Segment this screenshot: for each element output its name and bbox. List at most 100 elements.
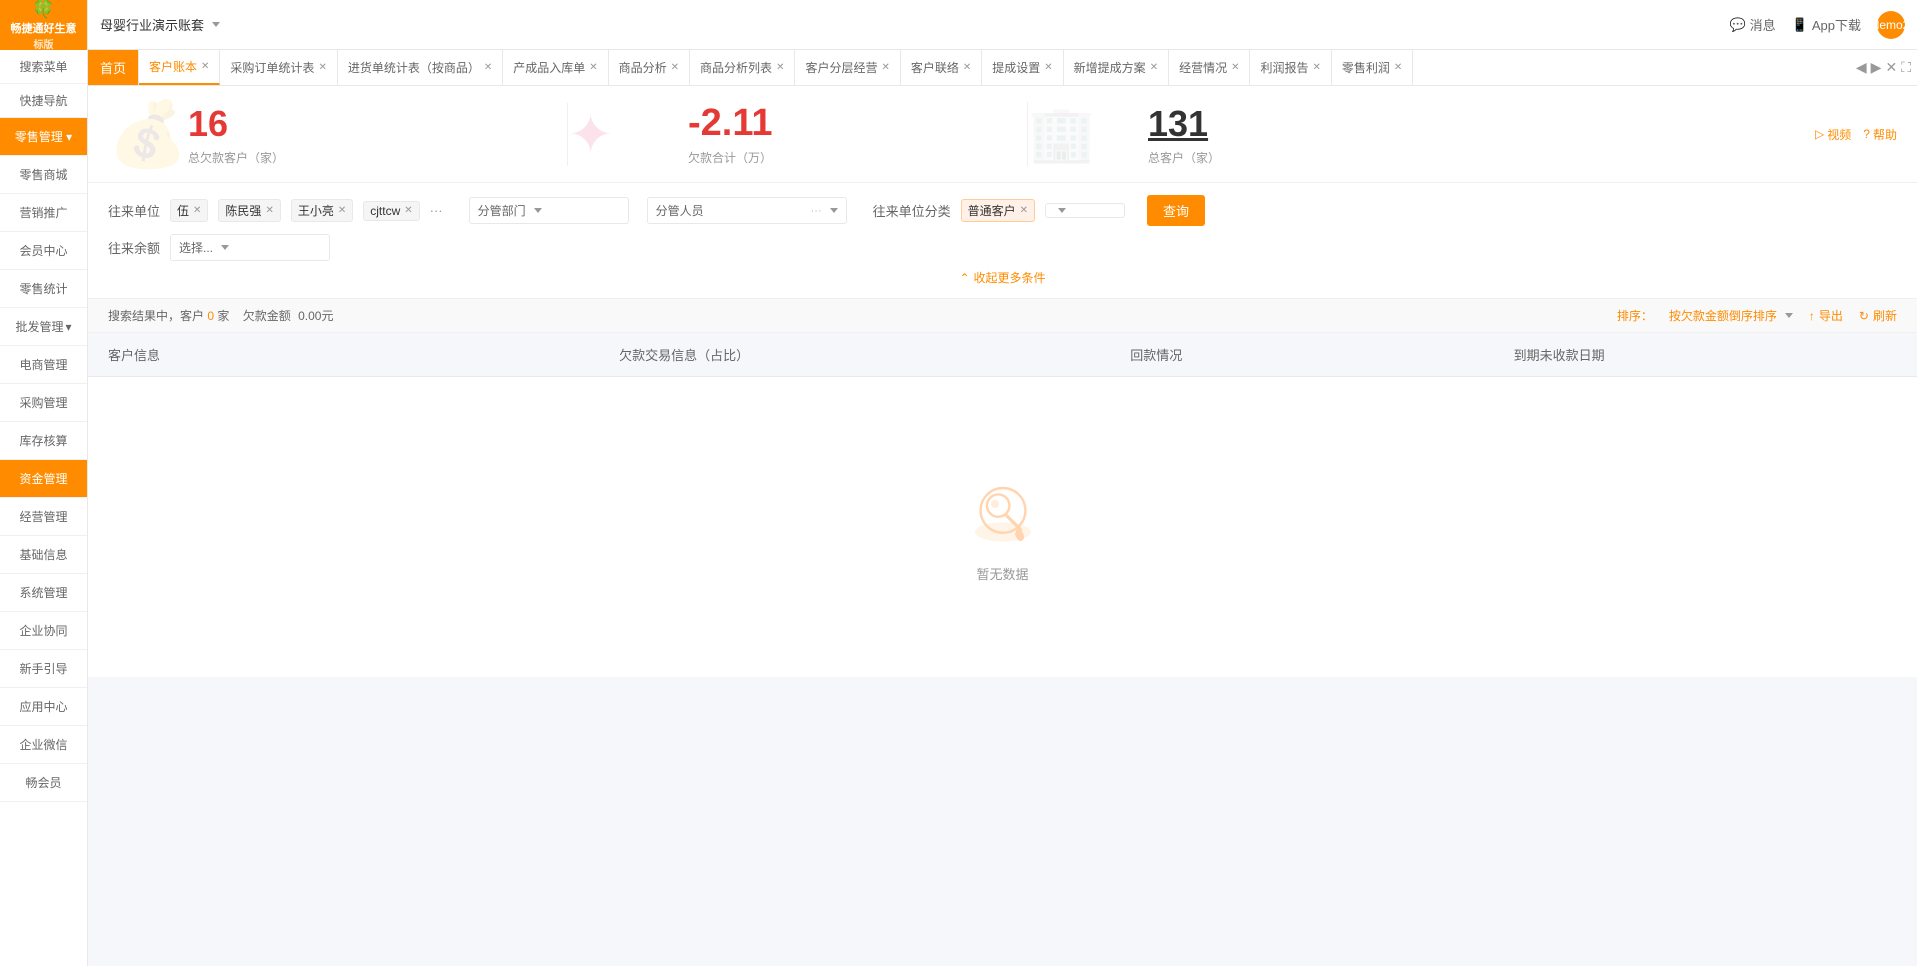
sidebar-item-enterprise-coop[interactable]: 企业协同 xyxy=(0,612,87,650)
all-customers-bg-icon: 🏢 xyxy=(1028,103,1095,166)
message-button[interactable]: 💬 消息 xyxy=(1729,15,1775,34)
tab-close-icon[interactable]: ✕ xyxy=(1150,62,1158,73)
sidebar-item-retail-stats[interactable]: 零售统计 xyxy=(0,270,87,308)
tab-close-all-icon[interactable]: ✕ xyxy=(1885,59,1897,76)
tab-retail-profit[interactable]: 零售利润 ✕ xyxy=(1332,50,1413,85)
dept-filter[interactable]: 分管部门 xyxy=(469,197,629,224)
filter-row-1: 往来单位 伍 ✕ 陈民强 ✕ 王小亮 ✕ cjttcw ✕ ··· xyxy=(108,195,1897,226)
tag-close-category[interactable]: ✕ xyxy=(1020,205,1028,216)
total-customers-value: 16 xyxy=(188,103,284,145)
help-button[interactable]: ? 帮助 xyxy=(1863,126,1897,143)
tab-new-promotion[interactable]: 新增提成方案 ✕ xyxy=(1064,50,1169,85)
collapse-button[interactable]: ⌃ 收起更多条件 xyxy=(108,269,1897,286)
tab-goods-analysis[interactable]: 商品分析 ✕ xyxy=(609,50,690,85)
tab-promotion-settings[interactable]: 提成设置 ✕ xyxy=(982,50,1063,85)
balance-placeholder: 选择... xyxy=(179,239,213,256)
tab-expand-icon[interactable]: ⛶ xyxy=(1901,59,1911,76)
chevron-up-icon: ⌃ xyxy=(959,271,969,285)
tab-home[interactable]: 首页 xyxy=(88,50,139,85)
sidebar-item-ecommerce[interactable]: 电商管理 xyxy=(0,346,87,384)
tab-label: 商品分析 xyxy=(619,59,667,76)
tab-close-icon[interactable]: ✕ xyxy=(1231,62,1239,73)
tab-close-icon[interactable]: ✕ xyxy=(963,62,971,73)
export-button[interactable]: ↑ 导出 xyxy=(1809,307,1843,324)
tag-text: 伍 xyxy=(177,202,189,219)
sidebar-item-enterprise-wechat[interactable]: 企业微信 xyxy=(0,726,87,764)
sidebar-item-finance[interactable]: 资金管理 xyxy=(0,460,87,498)
tag-close-cjttcw[interactable]: ✕ xyxy=(404,205,412,216)
sidebar-item-retail-shop[interactable]: 零售商城 xyxy=(0,156,87,194)
tab-close-icon[interactable]: ✕ xyxy=(1044,62,1052,73)
tab-close-icon[interactable]: ✕ xyxy=(671,62,679,73)
tab-prev-icon[interactable]: ◀ xyxy=(1856,59,1867,76)
sidebar-item-member-center[interactable]: 会员中心 xyxy=(0,232,87,270)
customers-bg-icon: 💰 xyxy=(108,97,188,172)
tab-customer-contact[interactable]: 客户联络 ✕ xyxy=(901,50,982,85)
balance-filter[interactable]: 选择... xyxy=(170,234,330,261)
col-debt-info: 欠款交易信息（占比） xyxy=(619,345,1130,364)
video-button[interactable]: ▷ 视频 xyxy=(1815,126,1851,143)
col-customer-info: 客户信息 xyxy=(108,345,619,364)
tag-close-wu[interactable]: ✕ xyxy=(193,205,201,216)
tab-label: 客户分层经营 xyxy=(805,59,877,76)
category-dropdown[interactable] xyxy=(1045,203,1125,218)
tab-customer-segment[interactable]: 客户分层经营 ✕ xyxy=(795,50,900,85)
tag-close-wang[interactable]: ✕ xyxy=(338,205,346,216)
sidebar-item-system[interactable]: 系统管理 xyxy=(0,574,87,612)
tab-operation-status[interactable]: 经营情况 ✕ xyxy=(1169,50,1250,85)
tab-close-icon[interactable]: ✕ xyxy=(776,62,784,73)
main-area: 母婴行业演示账套 💬 消息 📱 App下载 demo2 首页 客户账本 ✕ xyxy=(88,0,1917,966)
tab-label: 利润报告 xyxy=(1260,59,1308,76)
sidebar-item-member-plus[interactable]: 畅会员 xyxy=(0,764,87,802)
tab-close-icon[interactable]: ✕ xyxy=(318,62,326,73)
stats-bar: 💰 16 总欠款客户（家） ✦ -2.11 欠款合计（万） 🏢 131 总客户（… xyxy=(88,86,1917,183)
sidebar-item-beginner[interactable]: 新手引导 xyxy=(0,650,87,688)
debt-label: 欠款金额 xyxy=(243,309,291,323)
tab-customer-debt[interactable]: 客户账本 ✕ xyxy=(139,50,220,85)
user-avatar[interactable]: demo2 xyxy=(1877,11,1905,39)
person-dropdown-arrow xyxy=(830,208,838,213)
query-button[interactable]: 查询 xyxy=(1147,195,1205,226)
sidebar-item-label: 营销推广 xyxy=(19,206,67,220)
tab-purchase-order[interactable]: 采购订单统计表 ✕ xyxy=(220,50,337,85)
sidebar-item-wholesale[interactable]: 批发管理 ▾ xyxy=(0,308,87,346)
tab-next-icon[interactable]: ▶ xyxy=(1871,59,1882,76)
app-download-button[interactable]: 📱 App下载 xyxy=(1792,15,1861,34)
tab-label: 商品分析列表 xyxy=(700,59,772,76)
tab-profit-report[interactable]: 利润报告 ✕ xyxy=(1250,50,1331,85)
result-prefix: 搜索结果中，客户 xyxy=(108,309,204,323)
tab-close-icon[interactable]: ✕ xyxy=(881,62,889,73)
sidebar-item-inventory[interactable]: 库存核算 xyxy=(0,422,87,460)
table-header: 客户信息 欠款交易信息（占比） 回款情况 到期未收款日期 xyxy=(88,333,1917,377)
person-filter[interactable]: 分管人员 ··· xyxy=(647,197,847,224)
account-selector[interactable]: 母婴行业演示账套 xyxy=(100,15,220,34)
sidebar-search[interactable]: 搜索菜单 xyxy=(0,50,87,84)
tab-close-icon[interactable]: ✕ xyxy=(484,62,492,73)
sidebar-item-marketing[interactable]: 营销推广 xyxy=(0,194,87,232)
sidebar-item-basic-info[interactable]: 基础信息 xyxy=(0,536,87,574)
tab-close-icon[interactable]: ✕ xyxy=(201,61,209,72)
sidebar-item-label: 零售商城 xyxy=(19,168,67,182)
refresh-button[interactable]: ↻ 刷新 xyxy=(1859,307,1897,324)
person-clear-icon[interactable]: ··· xyxy=(811,205,822,217)
search-result-bar: 搜索结果中，客户 0 家 欠款金额 0.00元 排序： 按欠款金额倒序排序 ↑ … xyxy=(88,299,1917,333)
tab-goods-list[interactable]: 商品分析列表 ✕ xyxy=(690,50,795,85)
sidebar-item-operation[interactable]: 经营管理 xyxy=(0,498,87,536)
tab-close-icon[interactable]: ✕ xyxy=(589,62,597,73)
sort-arrow xyxy=(1785,313,1793,318)
tab-inbound-stat[interactable]: 进货单统计表（按商品） ✕ xyxy=(338,50,503,85)
sort-dropdown[interactable]: 按欠款金额倒序排序 xyxy=(1669,307,1793,324)
total-customers-label: 总欠款客户（家） xyxy=(188,149,284,166)
sidebar-item-app-center[interactable]: 应用中心 xyxy=(0,688,87,726)
sidebar-item-retail-mgmt[interactable]: 零售管理 ▾ xyxy=(0,118,87,156)
sidebar-item-purchase[interactable]: 采购管理 xyxy=(0,384,87,422)
tab-label: 提成设置 xyxy=(992,59,1040,76)
tab-close-icon[interactable]: ✕ xyxy=(1313,62,1321,73)
tag-text: 陈民强 xyxy=(225,202,261,219)
tab-close-icon[interactable]: ✕ xyxy=(1394,62,1402,73)
tab-product-cost[interactable]: 产成品入库单 ✕ xyxy=(503,50,608,85)
quick-nav[interactable]: 快捷导航 xyxy=(0,84,87,118)
tag-close-chen[interactable]: ✕ xyxy=(265,205,273,216)
tag-more[interactable]: ··· xyxy=(430,203,443,218)
all-customers-label: 总客户（家） xyxy=(1148,149,1220,166)
